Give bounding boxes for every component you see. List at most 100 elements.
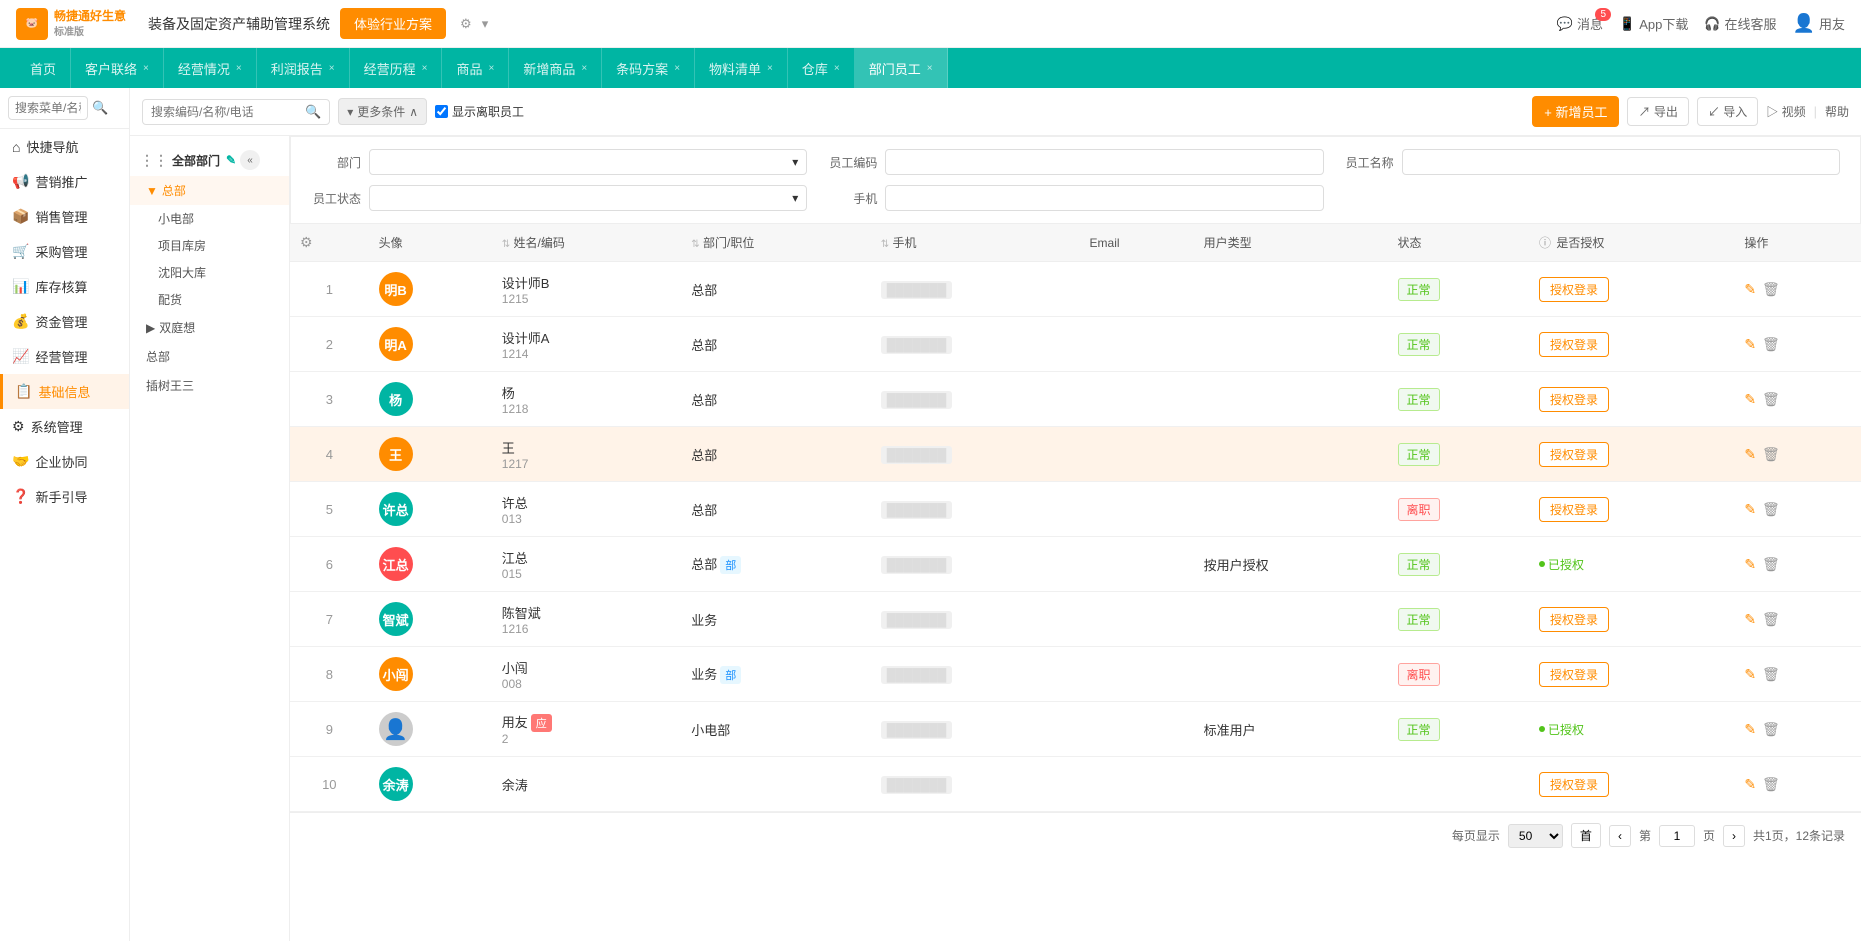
edit-icon-4[interactable]: ✎: [1744, 501, 1756, 518]
dept-item-shenyang[interactable]: 沈阳大库: [130, 259, 289, 286]
filter-status-select[interactable]: ▾: [369, 185, 807, 211]
sidebar-search-input[interactable]: [8, 96, 88, 120]
tab-close-bom[interactable]: ×: [767, 63, 773, 74]
filter-name-input[interactable]: [1402, 149, 1840, 175]
auth-btn-3[interactable]: 授权登录: [1539, 442, 1609, 467]
edit-icon-6[interactable]: ✎: [1744, 611, 1756, 628]
edit-icon-8[interactable]: ✎: [1744, 721, 1756, 738]
message-btn[interactable]: 💬 消息 5: [1557, 14, 1603, 33]
auth-btn-2[interactable]: 授权登录: [1539, 387, 1609, 412]
tab-close-operations[interactable]: ×: [236, 63, 242, 74]
show-resigned-label[interactable]: 显示离职员工: [435, 103, 524, 120]
dept-item-small-electronics[interactable]: 小电部: [130, 205, 289, 232]
tab-close-employee[interactable]: ×: [927, 63, 933, 74]
delete-icon-3[interactable]: 🗑: [1762, 446, 1780, 463]
first-page-btn[interactable]: 首: [1571, 823, 1601, 848]
delete-icon-1[interactable]: 🗑: [1762, 336, 1780, 353]
view-btn[interactable]: ▷ 视频: [1766, 103, 1805, 120]
tab-close-profit[interactable]: ×: [329, 63, 335, 74]
dept-item-headquarters[interactable]: ▼ 总部: [130, 176, 289, 205]
tab-customer[interactable]: 客户联络×: [71, 48, 164, 88]
sidebar-item-basic-info[interactable]: 📋 基础信息: [0, 374, 129, 409]
sidebar-item-sales[interactable]: 📦 销售管理: [0, 199, 129, 234]
dropdown-icon[interactable]: ▾: [482, 16, 489, 32]
dept-item-distribution[interactable]: 配货: [130, 286, 289, 313]
tab-close-goods[interactable]: ×: [488, 63, 494, 74]
delete-icon-2[interactable]: 🗑: [1762, 391, 1780, 408]
edit-icon-1[interactable]: ✎: [1744, 336, 1756, 353]
delete-icon-4[interactable]: 🗑: [1762, 501, 1780, 518]
edit-icon-7[interactable]: ✎: [1744, 666, 1756, 683]
edit-icon-9[interactable]: ✎: [1744, 776, 1756, 793]
search-input[interactable]: [151, 105, 301, 119]
tab-barcode[interactable]: 条码方案×: [602, 48, 695, 88]
export-btn[interactable]: ↗ 导出: [1627, 97, 1688, 126]
sort-phone-icon[interactable]: ⇅: [881, 239, 889, 250]
edit-icon-0[interactable]: ✎: [1744, 281, 1756, 298]
page-size-select[interactable]: 50 20 100: [1508, 824, 1563, 848]
edit-icon[interactable]: ✎: [226, 153, 236, 167]
experience-btn[interactable]: 体验行业方案: [340, 8, 446, 39]
sidebar-item-purchase[interactable]: 🛒 采购管理: [0, 234, 129, 269]
sidebar-item-finance[interactable]: 💰 资金管理: [0, 304, 129, 339]
auth-btn-4[interactable]: 授权登录: [1539, 497, 1609, 522]
sort-dept-icon[interactable]: ⇅: [691, 239, 699, 250]
delete-icon-5[interactable]: 🗑: [1762, 556, 1780, 573]
sidebar-item-marketing[interactable]: 📢 营销推广: [0, 164, 129, 199]
edit-icon-2[interactable]: ✎: [1744, 391, 1756, 408]
tab-warehouse[interactable]: 仓库×: [788, 48, 855, 88]
delete-icon-0[interactable]: 🗑: [1762, 281, 1780, 298]
filter-dept-select[interactable]: ▾: [369, 149, 807, 175]
sidebar-item-guide[interactable]: ❓ 新手引导: [0, 479, 129, 514]
tab-new-goods[interactable]: 新增商品×: [509, 48, 602, 88]
auth-btn-9[interactable]: 授权登录: [1539, 772, 1609, 797]
edit-icon-5[interactable]: ✎: [1744, 556, 1756, 573]
dept-item-general[interactable]: 总部: [130, 342, 289, 371]
delete-icon-8[interactable]: 🗑: [1762, 721, 1780, 738]
auth-btn-7[interactable]: 授权登录: [1539, 662, 1609, 687]
delete-icon-7[interactable]: 🗑: [1762, 666, 1780, 683]
add-employee-btn[interactable]: + 新增员工: [1532, 96, 1619, 127]
prev-page-btn[interactable]: ‹: [1609, 825, 1631, 847]
page-input[interactable]: [1659, 825, 1695, 847]
tab-close-customer[interactable]: ×: [143, 63, 149, 74]
dept-item-potted-king[interactable]: 插树王三: [130, 371, 289, 400]
next-page-btn[interactable]: ›: [1723, 825, 1745, 847]
tab-profit[interactable]: 利润报告×: [257, 48, 350, 88]
auth-btn-1[interactable]: 授权登录: [1539, 332, 1609, 357]
auth-btn-0[interactable]: 授权登录: [1539, 277, 1609, 302]
sidebar-item-operations[interactable]: 📈 经营管理: [0, 339, 129, 374]
tab-goods[interactable]: 商品×: [442, 48, 509, 88]
sidebar-item-quick-nav[interactable]: ⌂ 快捷导航: [0, 129, 129, 164]
tab-close-warehouse[interactable]: ×: [834, 63, 840, 74]
auth-info-icon[interactable]: ⓘ: [1539, 236, 1551, 250]
filter-code-input[interactable]: [885, 149, 1323, 175]
user-btn[interactable]: 👤 用友: [1793, 13, 1845, 34]
sidebar-item-enterprise[interactable]: 🤝 企业协同: [0, 444, 129, 479]
online-service-btn[interactable]: 🎧 在线客服: [1704, 14, 1776, 33]
sort-name-icon[interactable]: ⇅: [502, 239, 510, 250]
import-btn[interactable]: ↙ 导入: [1697, 97, 1758, 126]
app-download-btn[interactable]: 📱 App下载: [1619, 14, 1688, 33]
tab-employee[interactable]: 部门员工×: [855, 48, 948, 88]
dept-item-dual-mansion[interactable]: ▶ 双庭想: [130, 313, 289, 342]
sidebar-item-inventory[interactable]: 📊 库存核算: [0, 269, 129, 304]
gear-icon[interactable]: ⚙: [460, 16, 472, 32]
show-resigned-checkbox[interactable]: [435, 105, 448, 118]
collapse-dept-btn[interactable]: «: [240, 150, 260, 170]
tab-history[interactable]: 经营历程×: [350, 48, 443, 88]
tab-operations[interactable]: 经营情况×: [164, 48, 257, 88]
tab-close-barcode[interactable]: ×: [674, 63, 680, 74]
more-conditions-btn[interactable]: ▾ 更多条件 ∧: [338, 98, 427, 125]
edit-icon-3[interactable]: ✎: [1744, 446, 1756, 463]
tab-close-new-goods[interactable]: ×: [581, 63, 587, 74]
dept-item-project-warehouse[interactable]: 项目库房: [130, 232, 289, 259]
tab-home[interactable]: 首页: [16, 48, 71, 88]
sidebar-item-system[interactable]: ⚙ 系统管理: [0, 409, 129, 444]
table-settings-icon[interactable]: ⚙: [300, 234, 313, 250]
tab-bom[interactable]: 物料清单×: [695, 48, 788, 88]
delete-icon-9[interactable]: 🗑: [1762, 776, 1780, 793]
tab-close-history[interactable]: ×: [422, 63, 428, 74]
filter-phone-input[interactable]: [885, 185, 1323, 211]
help-btn[interactable]: 帮助: [1825, 103, 1849, 120]
